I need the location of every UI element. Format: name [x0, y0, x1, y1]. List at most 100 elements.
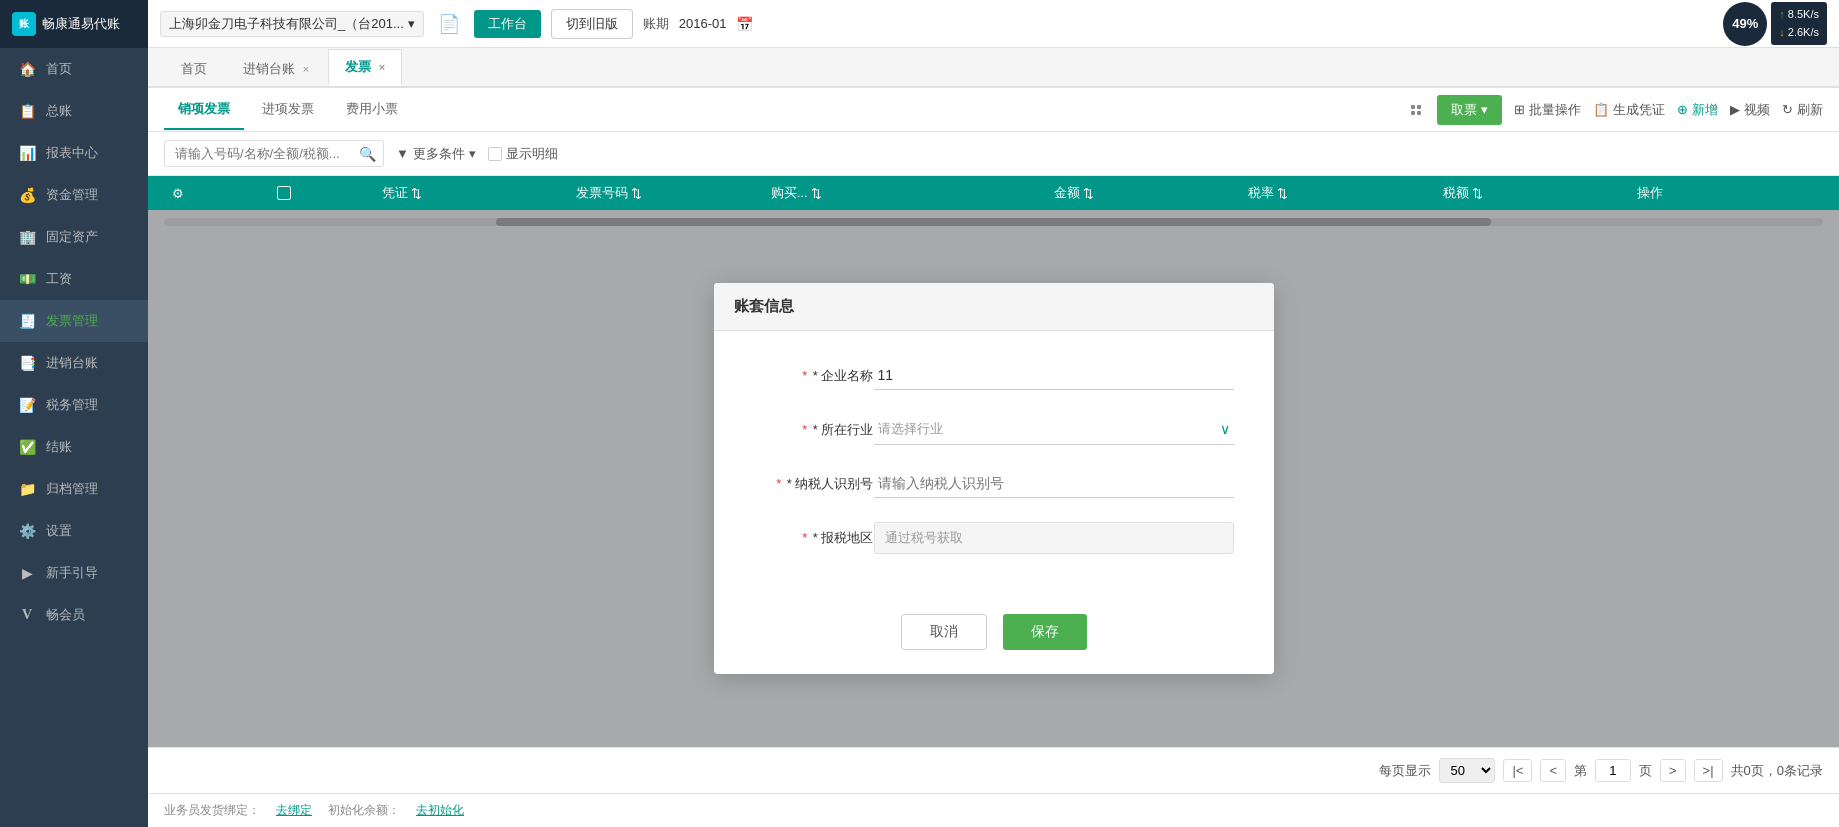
sidebar-item-label: 资金管理 [46, 186, 98, 204]
save-button[interactable]: 保存 [1003, 614, 1087, 650]
gen-voucher-icon: 📋 [1593, 102, 1609, 117]
sidebar-item-purchase-sales[interactable]: 📑 进销台账 [0, 342, 148, 384]
industry-dropdown-icon: ∨ [1220, 421, 1230, 437]
sub-tab-expense-label: 费用小票 [346, 101, 398, 116]
search-wrap: 🔍 [164, 140, 384, 167]
modal-title: 账套信息 [714, 283, 1274, 331]
required-star: * [802, 530, 807, 545]
filter-bar: 🔍 ▼ 更多条件 ▾ 显示明细 [148, 132, 1839, 176]
sidebar-item-finance[interactable]: 💰 资金管理 [0, 174, 148, 216]
speed-widget: 49% ↑ 8.5K/s ↓ 2.6K/s [1723, 2, 1827, 46]
speed-info: ↑ 8.5K/s ↓ 2.6K/s [1771, 2, 1827, 45]
show-details-toggle[interactable]: 显示明细 [488, 145, 558, 163]
last-page-btn[interactable]: >| [1694, 759, 1723, 782]
sidebar-item-settings[interactable]: ⚙️ 设置 [0, 510, 148, 552]
table-header: ⚙ 凭证 ⇅ 发票号码 ⇅ 购买... ⇅ 金额 ⇅ 税率 ⇅ 税额 ⇅ [148, 176, 1839, 210]
industry-select[interactable]: 请选择行业 ∨ [874, 414, 1234, 445]
new-button[interactable]: ⊕ 新增 [1677, 101, 1718, 119]
sidebar-item-label: 进销台账 [46, 354, 98, 372]
prev-page-btn[interactable]: < [1540, 759, 1566, 782]
show-details-checkbox[interactable] [488, 147, 502, 161]
company-selector[interactable]: 上海卯金刀电子科技有限公司_（台201... ▾ [160, 11, 424, 37]
batch-op-icon: ⊞ [1514, 102, 1525, 117]
sub-tab-sales-label: 销项发票 [178, 101, 230, 116]
speed-percent-badge: 49% [1723, 2, 1767, 46]
refresh-icon: ↻ [1782, 102, 1793, 117]
table-header-checkbox[interactable] [269, 186, 374, 200]
tab-invoice[interactable]: 发票 × [328, 49, 402, 86]
sidebar-item-archive[interactable]: 📁 归档管理 [0, 468, 148, 510]
sidebar-item-checkout[interactable]: ✅ 结账 [0, 426, 148, 468]
tax-id-input[interactable] [874, 469, 1234, 498]
company-dropdown-icon: ▾ [408, 16, 415, 31]
sort-icon[interactable]: ⇅ [1083, 186, 1094, 201]
sidebar-item-home[interactable]: 🏠 首页 [0, 48, 148, 90]
sidebar-item-label: 报表中心 [46, 144, 98, 162]
more-filter-chevron: ▾ [469, 146, 476, 161]
take-ticket-dropdown-icon: ▾ [1481, 102, 1488, 117]
period-value: 2016-01 [679, 16, 727, 31]
sidebar-item-assets[interactable]: 🏢 固定资产 [0, 216, 148, 258]
bottom-item1-link[interactable]: 去绑定 [276, 802, 312, 819]
sub-tab-sales-invoice[interactable]: 销项发票 [164, 90, 244, 130]
tab-purchase-sales-close[interactable]: × [303, 63, 309, 75]
per-page-select[interactable]: 50 100 200 [1439, 758, 1495, 783]
table-header-operations: 操作 [1629, 184, 1823, 202]
gen-voucher-button[interactable]: 📋 生成凭证 [1593, 101, 1665, 119]
sidebar-item-label: 工资 [46, 270, 72, 288]
workspace-button[interactable]: 工作台 [474, 10, 541, 38]
next-page-btn[interactable]: > [1660, 759, 1686, 782]
batch-op-button[interactable]: ⊞ 批量操作 [1514, 101, 1581, 119]
logo-icon: 账 [12, 12, 36, 36]
doc-icon-btn[interactable]: 📄 [434, 13, 464, 35]
more-filter-button[interactable]: ▼ 更多条件 ▾ [396, 145, 476, 163]
tab-home[interactable]: 首页 [164, 51, 224, 86]
calendar-icon[interactable]: 📅 [736, 16, 753, 32]
tab-invoice-close[interactable]: × [379, 61, 385, 73]
speed-down: ↓ 2.6K/s [1779, 24, 1819, 42]
page-number-input[interactable]: 1 [1595, 759, 1631, 782]
tab-purchase-sales[interactable]: 进销台账 × [226, 51, 326, 86]
filter-icon: ▼ [396, 146, 409, 161]
tab-purchase-sales-label: 进销台账 [243, 61, 295, 76]
sub-tab-bar: 销项发票 进项发票 费用小票 取票 ▾ ⊞ 批量操作 [148, 88, 1839, 132]
company-name-input[interactable] [874, 361, 1234, 390]
sub-tab-purchase-invoice[interactable]: 进项发票 [248, 90, 328, 130]
search-input[interactable] [164, 140, 384, 167]
required-star: * [802, 368, 807, 383]
checkout-icon: ✅ [18, 439, 36, 455]
cancel-button[interactable]: 取消 [901, 614, 987, 650]
table-header-amount: 金额 ⇅ [1046, 184, 1240, 202]
video-button[interactable]: ▶ 视频 [1730, 101, 1770, 119]
sort-icon[interactable]: ⇅ [811, 186, 822, 201]
pagination: 每页显示 50 100 200 |< < 第 1 页 > >| 共0页，0条记录 [148, 747, 1839, 793]
sidebar-item-tax[interactable]: 📝 税务管理 [0, 384, 148, 426]
required-star: * [802, 422, 807, 437]
header-checkbox[interactable] [277, 186, 291, 200]
sub-tab-expense-ticket[interactable]: 费用小票 [332, 90, 412, 130]
first-page-btn[interactable]: |< [1503, 759, 1532, 782]
refresh-button[interactable]: ↻ 刷新 [1782, 101, 1823, 119]
grid-view-icon[interactable] [1407, 101, 1425, 119]
per-page-label: 每页显示 [1379, 762, 1431, 780]
sidebar-item-salary[interactable]: 💵 工资 [0, 258, 148, 300]
sort-icon[interactable]: ⇅ [411, 186, 422, 201]
tab-home-label: 首页 [181, 61, 207, 76]
sidebar-item-ledger[interactable]: 📋 总账 [0, 90, 148, 132]
modal-overlay[interactable]: 账套信息 * * 企业名称 * * 所在行业 [148, 210, 1839, 747]
modal-footer: 取消 保存 [714, 598, 1274, 674]
old-version-button[interactable]: 切到旧版 [551, 9, 633, 39]
sidebar-item-reports[interactable]: 📊 报表中心 [0, 132, 148, 174]
page-label: 第 [1574, 762, 1587, 780]
sort-icon[interactable]: ⇅ [1472, 186, 1483, 201]
ledger-icon: 📋 [18, 103, 36, 119]
sidebar-item-member[interactable]: V 畅会员 [0, 594, 148, 636]
sidebar-item-invoice[interactable]: 🧾 发票管理 [0, 300, 148, 342]
bottom-item2-label: 初始化余额： [328, 802, 400, 819]
sidebar-item-guide[interactable]: ▶ 新手引导 [0, 552, 148, 594]
sort-icon[interactable]: ⇅ [631, 186, 642, 201]
bottom-item2-link[interactable]: 去初始化 [416, 802, 464, 819]
sort-icon[interactable]: ⇅ [1277, 186, 1288, 201]
take-ticket-button[interactable]: 取票 ▾ [1437, 95, 1502, 125]
assets-icon: 🏢 [18, 229, 36, 245]
